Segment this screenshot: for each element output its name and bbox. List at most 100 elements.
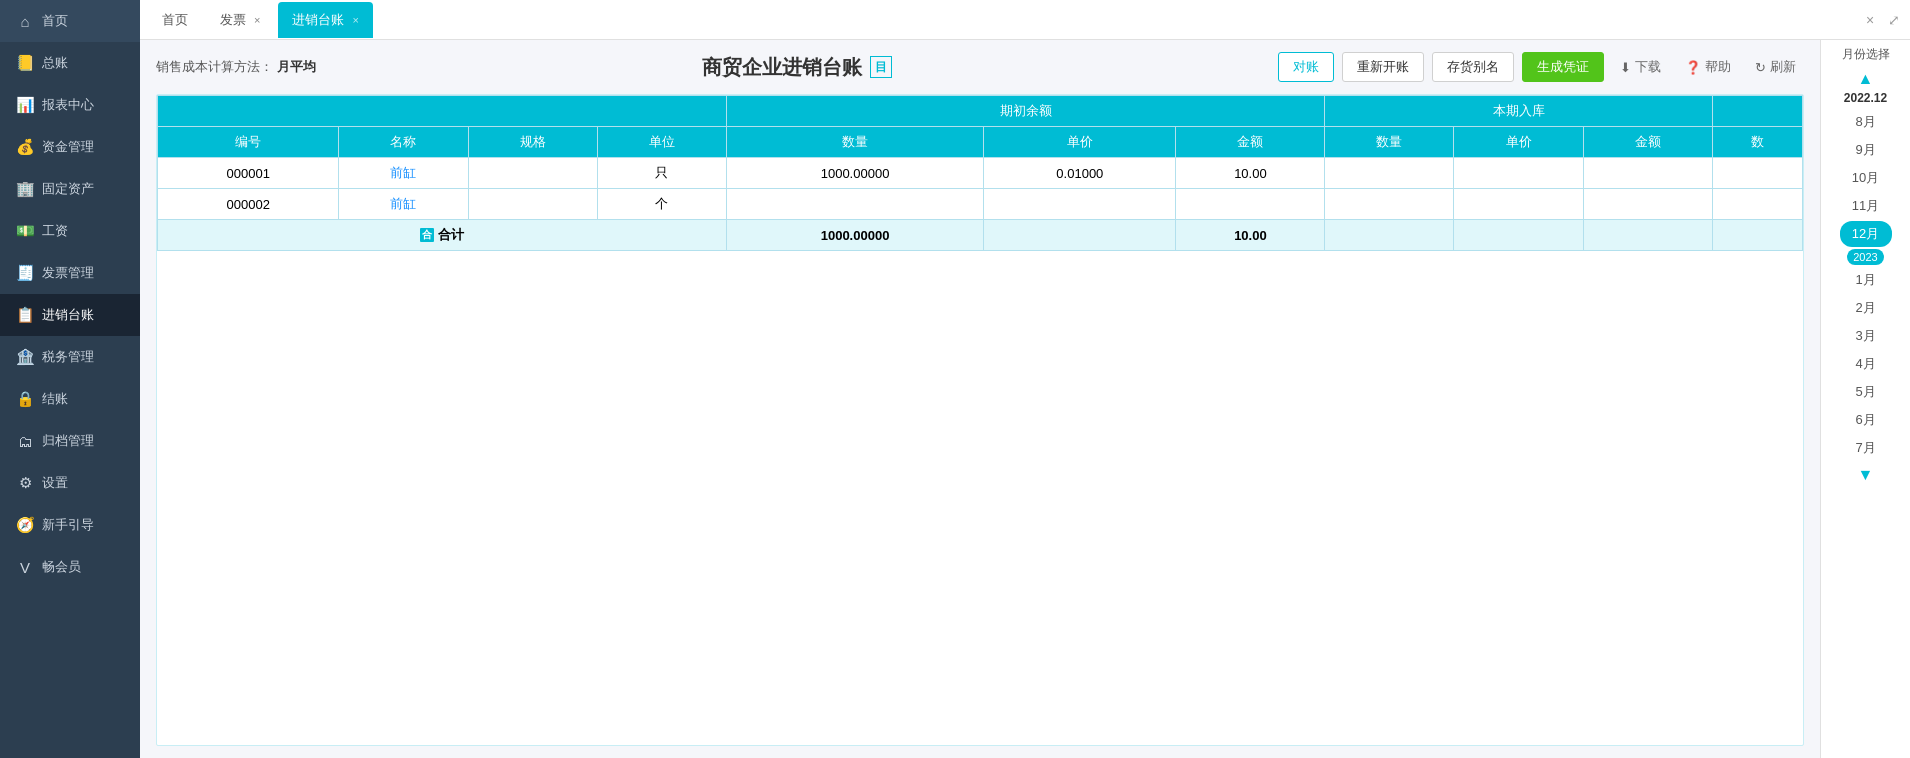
sidebar-label-closing: 结账: [42, 390, 68, 408]
total-label-cell: 合 合计: [158, 220, 727, 251]
sidebar-item-closing[interactable]: 🔒结账: [0, 378, 140, 420]
th-unit: 单位: [597, 127, 726, 158]
month-item-2023-7月[interactable]: 7月: [1840, 435, 1892, 461]
month-scroll-down-button[interactable]: ▼: [1854, 463, 1878, 487]
table-wrap: 期初余额 本期入库 编号 名称 规格 单位 数量 单价 金额 数量: [156, 94, 1804, 746]
cell-name: 前缸: [339, 189, 468, 220]
th-code: 编号: [158, 127, 339, 158]
cell-in-qty: [1325, 158, 1454, 189]
total-in-amount: [1583, 220, 1712, 251]
page: 销售成本计算方法： 月平均 商贸企业进销台账 目 对账 重新开账 存货别名 生成…: [140, 40, 1820, 758]
title-icon-button[interactable]: 目: [870, 56, 892, 78]
refresh-icon: ↻: [1755, 60, 1766, 75]
table-header-sub: 编号 名称 规格 单位 数量 单价 金额 数量 单价 金额 数: [158, 127, 1803, 158]
sidebar-icon-assets: 🏢: [16, 180, 34, 198]
month-item-2023-1月[interactable]: 1月: [1840, 267, 1892, 293]
main-area: 首页 发票 × 进销台账 × × ⤢ 销售成本计算方法： 月平均 商贸企业进销台账 目 …: [140, 0, 1910, 758]
sidebar-icon-invoice_mgr: 🧾: [16, 264, 34, 282]
sidebar-item-assets[interactable]: 🏢 固定资产: [0, 168, 140, 210]
help-label: 帮助: [1705, 58, 1731, 76]
tab-label-invoice: 发票: [220, 11, 246, 29]
sidebar-label-archive: 归档管理: [42, 432, 94, 450]
cell-opening-price: [984, 189, 1176, 220]
tab-home[interactable]: 首页: [148, 2, 202, 38]
sidebar-item-home[interactable]: ⌂首页: [0, 0, 140, 42]
close-window-button[interactable]: ×: [1862, 12, 1878, 28]
cost-method-value: 月平均: [277, 59, 316, 74]
save-as-button[interactable]: 存货别名: [1432, 52, 1514, 82]
tab-close-purchase_sales[interactable]: ×: [352, 14, 358, 26]
maximize-window-button[interactable]: ⤢: [1886, 12, 1902, 28]
months-2022: 8月9月10月11月12月: [1840, 109, 1892, 249]
sidebar-icon-archive: 🗂: [16, 433, 34, 450]
th-opening-amount: 金额: [1176, 127, 1325, 158]
data-table: 期初余额 本期入库 编号 名称 规格 单位 数量 单价 金额 数量: [157, 95, 1803, 251]
month-item-2023-4月[interactable]: 4月: [1840, 351, 1892, 377]
sidebar-icon-finance: 💰: [16, 138, 34, 156]
sidebar-item-reports[interactable]: 📊报表中心: [0, 84, 140, 126]
sidebar-item-ledger[interactable]: 📒总账: [0, 42, 140, 84]
month-scroll-up-button[interactable]: ▲: [1854, 67, 1878, 91]
cell-in-qty: [1325, 189, 1454, 220]
month-item-2023-6月[interactable]: 6月: [1840, 407, 1892, 433]
help-icon: ❓: [1685, 60, 1701, 75]
sidebar-item-archive[interactable]: 🗂 归档管理: [0, 420, 140, 462]
total-label-text: 合计: [438, 226, 464, 244]
sidebar-item-wages[interactable]: 💵工资: [0, 210, 140, 252]
cell-name: 前缸: [339, 158, 468, 189]
tab-label-home: 首页: [162, 11, 188, 29]
sidebar-item-purchase_sales[interactable]: 📋进销台账: [0, 294, 140, 336]
generate-voucher-button[interactable]: 生成凭证: [1522, 52, 1604, 82]
reconcile-button[interactable]: 对账: [1278, 52, 1334, 82]
month-item-2023-3月[interactable]: 3月: [1840, 323, 1892, 349]
month-item-2023-5月[interactable]: 5月: [1840, 379, 1892, 405]
sidebar-item-invoice_mgr[interactable]: 🧾发票管理: [0, 252, 140, 294]
cell-extra: [1712, 189, 1802, 220]
th-extra-col: 数: [1712, 127, 1802, 158]
tab-invoice[interactable]: 发票 ×: [206, 2, 274, 38]
tab-close-invoice[interactable]: ×: [254, 14, 260, 26]
cell-spec: [468, 158, 597, 189]
sidebar-item-finance[interactable]: 💰资金管理: [0, 126, 140, 168]
refresh-button[interactable]: ↻ 刷新: [1747, 54, 1804, 80]
th-opening: 期初余额: [726, 96, 1324, 127]
cell-extra: [1712, 158, 1802, 189]
th-spec: 规格: [468, 127, 597, 158]
month-item-2022-10月[interactable]: 10月: [1840, 165, 1892, 191]
month-item-2022-11月[interactable]: 11月: [1840, 193, 1892, 219]
cell-in-price: [1454, 189, 1583, 220]
page-title: 商贸企业进销台账 目: [702, 54, 892, 81]
th-in-amount: 金额: [1583, 127, 1712, 158]
sidebar-label-assets: 固定资产: [42, 180, 94, 198]
tab-label-purchase_sales: 进销台账: [292, 11, 344, 29]
total-opening-price: [984, 220, 1176, 251]
refresh-label: 刷新: [1770, 58, 1796, 76]
sidebar-item-vip[interactable]: V畅会员: [0, 546, 140, 588]
month-item-2022-8月[interactable]: 8月: [1840, 109, 1892, 135]
sidebar-item-guide[interactable]: 🧭新手引导: [0, 504, 140, 546]
download-icon: ⬇: [1620, 60, 1631, 75]
reopen-button[interactable]: 重新开账: [1342, 52, 1424, 82]
month-item-2023-2月[interactable]: 2月: [1840, 295, 1892, 321]
top-bar: 销售成本计算方法： 月平均 商贸企业进销台账 目 对账 重新开账 存货别名 生成…: [156, 52, 1804, 82]
th-in-qty: 数量: [1325, 127, 1454, 158]
download-button[interactable]: ⬇ 下载: [1612, 54, 1669, 80]
sidebar: ⌂首页📒总账📊报表中心💰资金管理 🏢 固定资产 💵工资🧾发票管理📋进销台账🏦税务管理🔒…: [0, 0, 140, 758]
sidebar-item-settings[interactable]: ⚙设置: [0, 462, 140, 504]
sidebar-icon-vip: V: [16, 559, 34, 576]
sidebar-label-settings: 设置: [42, 474, 68, 492]
sidebar-label-tax: 税务管理: [42, 348, 94, 366]
total-extra: [1712, 220, 1802, 251]
sidebar-icon-reports: 📊: [16, 96, 34, 114]
cell-in-amount: [1583, 158, 1712, 189]
tab-purchase_sales[interactable]: 进销台账 ×: [278, 2, 372, 38]
total-in-price: [1454, 220, 1583, 251]
tab-bar: 首页 发票 × 进销台账 × × ⤢: [140, 0, 1910, 40]
total-opening-qty: 1000.00000: [726, 220, 983, 251]
sidebar-item-tax[interactable]: 🏦税务管理: [0, 336, 140, 378]
sidebar-label-ledger: 总账: [42, 54, 68, 72]
month-item-2022-12月[interactable]: 12月: [1840, 221, 1892, 247]
month-item-2022-9月[interactable]: 9月: [1840, 137, 1892, 163]
help-button[interactable]: ❓ 帮助: [1677, 54, 1739, 80]
sidebar-icon-purchase_sales: 📋: [16, 306, 34, 324]
